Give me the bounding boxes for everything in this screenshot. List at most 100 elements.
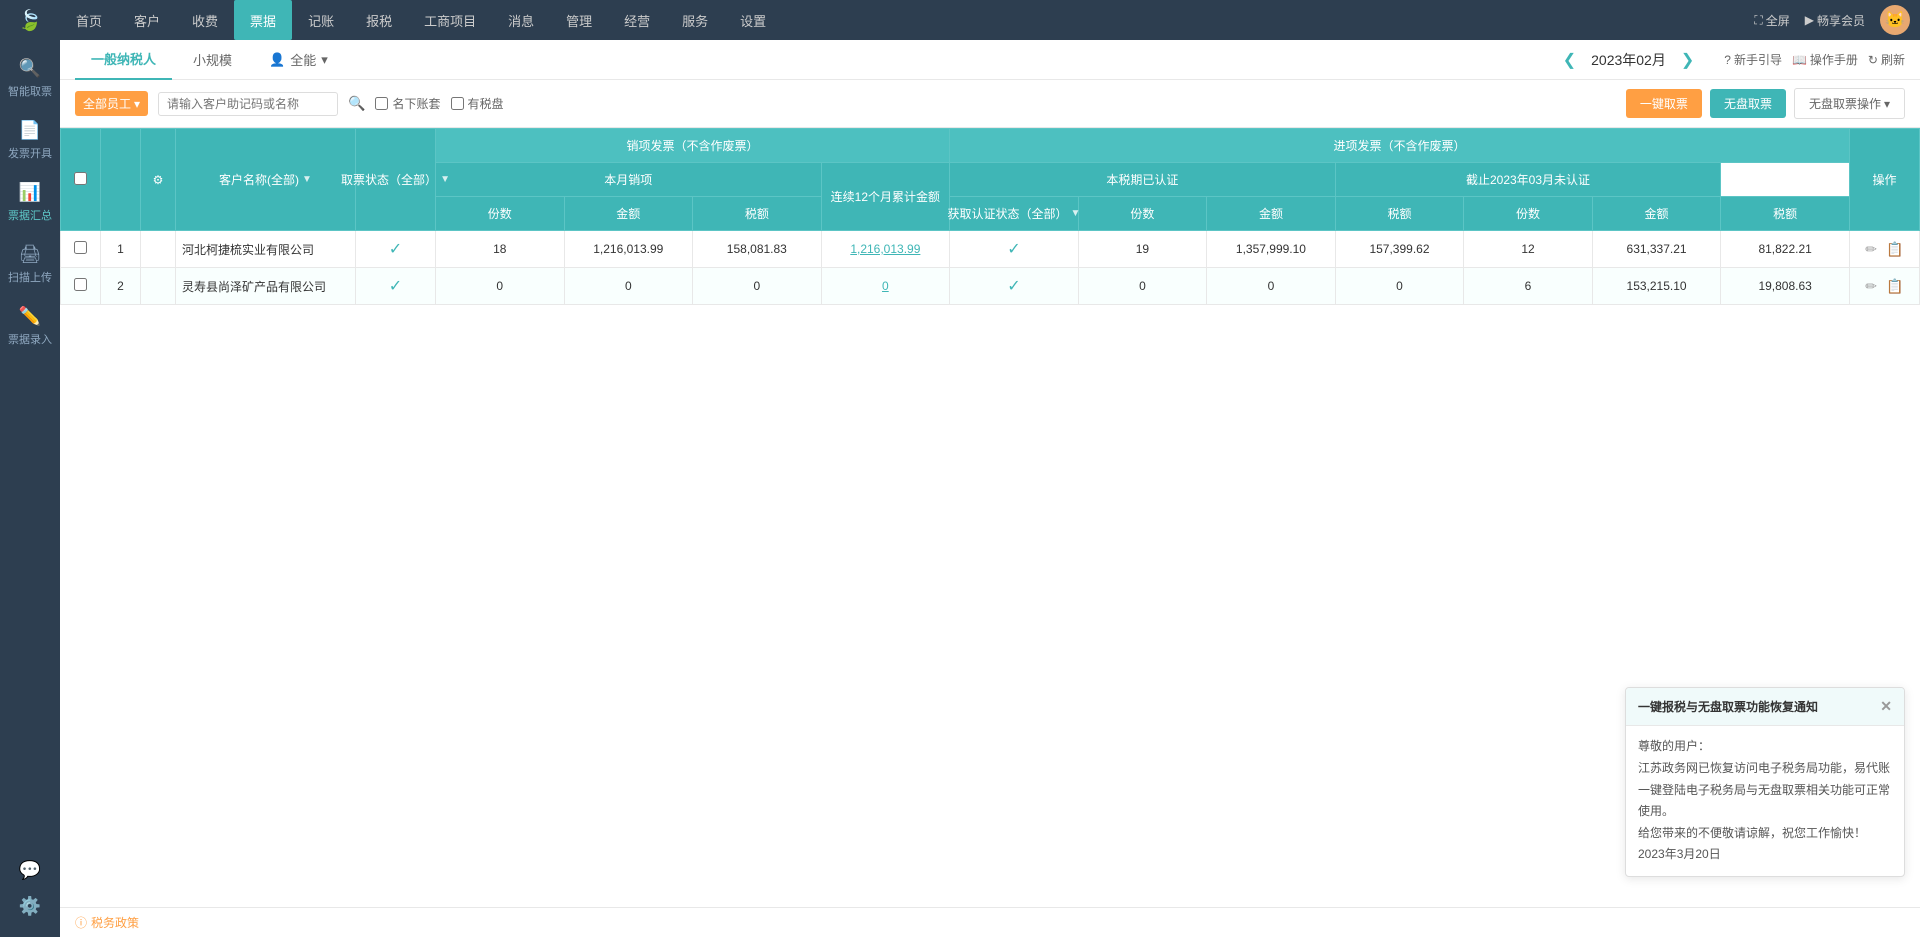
has-disk-checkbox[interactable]: [451, 97, 464, 110]
table-row: 2 灵寿县尚泽矿产品有限公司 ✓ 0 0 0 0 ✓ 0 0 0 6 153,2…: [61, 268, 1920, 305]
notification-popup: 一键报税与无盘取票功能恢复通知 ✕ 尊敬的用户： 江苏政务网已恢复访问电子税务局…: [1625, 687, 1905, 877]
logo: 🍃: [10, 0, 50, 40]
nav-manage[interactable]: 管理: [550, 0, 608, 40]
cert-status-filter-icon[interactable]: ▼: [1070, 208, 1080, 219]
row2-edit-icon[interactable]: ✏: [1865, 278, 1877, 294]
select-all-checkbox[interactable]: [74, 172, 87, 185]
manual-btn[interactable]: 📖 操作手册: [1792, 51, 1858, 68]
search-input[interactable]: [158, 92, 338, 116]
tab-general-taxpayer[interactable]: 一般纳税人: [75, 40, 172, 80]
date-display: 2023年02月: [1591, 50, 1666, 70]
open-invoice-icon: 📄: [19, 120, 41, 141]
nav-home[interactable]: 首页: [60, 0, 118, 40]
filter-bar: 全部员工 ▾ 🔍 名下账套 有税盘 一键取票 无盘取票 无盘取票操作 ▾: [60, 80, 1920, 128]
notification-line2: 江苏政务网已恢复访问电子税务局功能，易代账一键登陆电子税务局与无盘取票相关功能可…: [1638, 758, 1892, 823]
tax-policy-label: 税务政策: [91, 914, 139, 931]
cancel-status-filter-icon[interactable]: ▼: [440, 174, 450, 185]
nav-operation[interactable]: 经营: [608, 0, 666, 40]
sidebar-label-invoice-summary: 票据汇总: [8, 207, 52, 223]
row1-monthly-amount: 1,216,013.99: [564, 231, 693, 268]
row2-monthly-amount: 0: [564, 268, 693, 305]
sidebar-item-smart-ticket[interactable]: 🔍 智能取票: [2, 50, 58, 107]
search-button[interactable]: 🔍: [348, 95, 365, 112]
nav-service[interactable]: 服务: [666, 0, 724, 40]
notification-body: 尊敬的用户： 江苏政务网已恢复访问电子税务局功能，易代账一键登陆电子税务局与无盘…: [1626, 726, 1904, 876]
col-header-uncert-amount: 金额: [1592, 197, 1721, 231]
my-accounts-checkbox-label[interactable]: 名下账套: [375, 95, 440, 112]
nav-invoice[interactable]: 票据: [234, 0, 292, 40]
row1-cumulative[interactable]: 1,216,013.99: [821, 231, 950, 268]
row2-cert-check-icon: ✓: [1007, 278, 1020, 295]
chat-icon[interactable]: 💬: [19, 860, 41, 881]
settings-icon[interactable]: ⚙️: [19, 896, 41, 917]
has-disk-checkbox-label[interactable]: 有税盘: [451, 95, 504, 112]
row2-cert-shares: 0: [1078, 268, 1207, 305]
sidebar: 🔍 智能取票 📄 发票开具 📊 票据汇总 🖨 扫描上传 ✏️ 票据录入 💬 ⚙️: [0, 40, 60, 937]
tab-small-scale[interactable]: 小规模: [177, 40, 248, 80]
row1-uncert-amount: 631,337.21: [1592, 231, 1721, 268]
main-table: ⚙ 客户名称(全部) ▼ 取票状态（全部） ▼ 销项发票（不含作废票）: [60, 128, 1920, 305]
date-next-btn[interactable]: ❯: [1676, 50, 1699, 70]
row2-uncert-amount: 153,215.10: [1592, 268, 1721, 305]
row1-uncert-shares: 12: [1464, 231, 1593, 268]
nav-fee[interactable]: 收费: [176, 0, 234, 40]
invoice-summary-icon: 📊: [19, 182, 41, 203]
no-disk-ops-btn[interactable]: 无盘取票操作 ▾: [1794, 88, 1905, 119]
one-click-ticket-btn[interactable]: 一键取票: [1626, 89, 1702, 118]
col-header-cancel-status: 取票状态（全部） ▼: [356, 129, 436, 231]
row2-checkbox[interactable]: [74, 278, 87, 291]
row1-uncert-tax: 81,822.21: [1721, 231, 1850, 268]
fullscreen-btn[interactable]: ⛶ 全屏: [1754, 12, 1789, 29]
row2-monthly-tax: 0: [693, 268, 822, 305]
row1-cert-check-icon: ✓: [1007, 241, 1020, 258]
sidebar-label-invoice-entry: 票据录入: [8, 331, 52, 347]
row2-view-icon[interactable]: 📋: [1886, 278, 1903, 294]
member-btn[interactable]: ▶ 畅享会员: [1805, 12, 1865, 29]
row1-edit-icon[interactable]: ✏: [1865, 241, 1877, 257]
row1-actions: ✏ 📋: [1850, 231, 1920, 268]
row1-checkbox[interactable]: [74, 241, 87, 254]
filter-bar-right: 一键取票 无盘取票 无盘取票操作 ▾: [1626, 88, 1905, 119]
col-header-customer-name: 客户名称(全部) ▼: [176, 129, 356, 231]
no-disk-ticket-btn[interactable]: 无盘取票: [1710, 89, 1786, 118]
sidebar-item-invoice-summary[interactable]: 📊 票据汇总: [2, 174, 58, 231]
notification-date: 2023年3月20日: [1638, 844, 1892, 866]
row1-check-icon: ✓: [389, 241, 402, 258]
notification-close-btn[interactable]: ✕: [1880, 698, 1892, 715]
row2-cumulative[interactable]: 0: [821, 268, 950, 305]
refresh-btn[interactable]: ↻ 刷新: [1868, 51, 1905, 68]
customer-filter-icon[interactable]: ▼: [302, 174, 312, 185]
avatar[interactable]: 🐱: [1880, 5, 1910, 35]
sidebar-item-invoice-entry[interactable]: ✏️ 票据录入: [2, 298, 58, 355]
tab-all-capable-chevron: ▾: [321, 52, 328, 68]
guide-btn[interactable]: ? 新手引导: [1724, 51, 1782, 68]
date-prev-btn[interactable]: ❮: [1558, 50, 1581, 70]
row2-customer-name: 灵寿县尚泽矿产品有限公司: [176, 268, 356, 305]
nav-settings[interactable]: 设置: [724, 0, 782, 40]
row2-monthly-shares: 0: [436, 268, 565, 305]
sidebar-item-open-invoice[interactable]: 📄 发票开具: [2, 112, 58, 169]
sidebar-item-scan-upload[interactable]: 🖨 扫描上传: [2, 236, 58, 293]
employee-select-btn[interactable]: 全部员工 ▾: [75, 91, 148, 116]
nav-accounting[interactable]: 记账: [292, 0, 350, 40]
my-accounts-checkbox[interactable]: [375, 97, 388, 110]
sidebar-label-open-invoice: 发票开具: [8, 145, 52, 161]
row1-cert-tax: 157,399.62: [1335, 231, 1464, 268]
nav-message[interactable]: 消息: [492, 0, 550, 40]
col-header-cert-shares: 份数: [1078, 197, 1207, 231]
ops-chevron-icon: ▾: [1884, 97, 1890, 111]
employee-select-chevron: ▾: [134, 97, 140, 111]
tax-policy-link[interactable]: ⓘ 税务政策: [75, 914, 139, 931]
nav-business[interactable]: 工商项目: [408, 0, 492, 40]
row2-actions: ✏ 📋: [1850, 268, 1920, 305]
nav-customer[interactable]: 客户: [118, 0, 176, 40]
row1-view-icon[interactable]: 📋: [1886, 241, 1903, 257]
sidebar-label-scan-upload: 扫描上传: [8, 269, 52, 285]
row1-monthly-shares: 18: [436, 231, 565, 268]
col-header-monthly-sales: 本月销项: [436, 163, 822, 197]
col-header-action: 操作: [1850, 129, 1920, 231]
row2-check-icon: ✓: [389, 278, 402, 295]
col-header-cert-tax: 税额: [1335, 197, 1464, 231]
nav-tax[interactable]: 报税: [350, 0, 408, 40]
tab-all-capable[interactable]: 👤 全能 ▾: [253, 40, 344, 80]
